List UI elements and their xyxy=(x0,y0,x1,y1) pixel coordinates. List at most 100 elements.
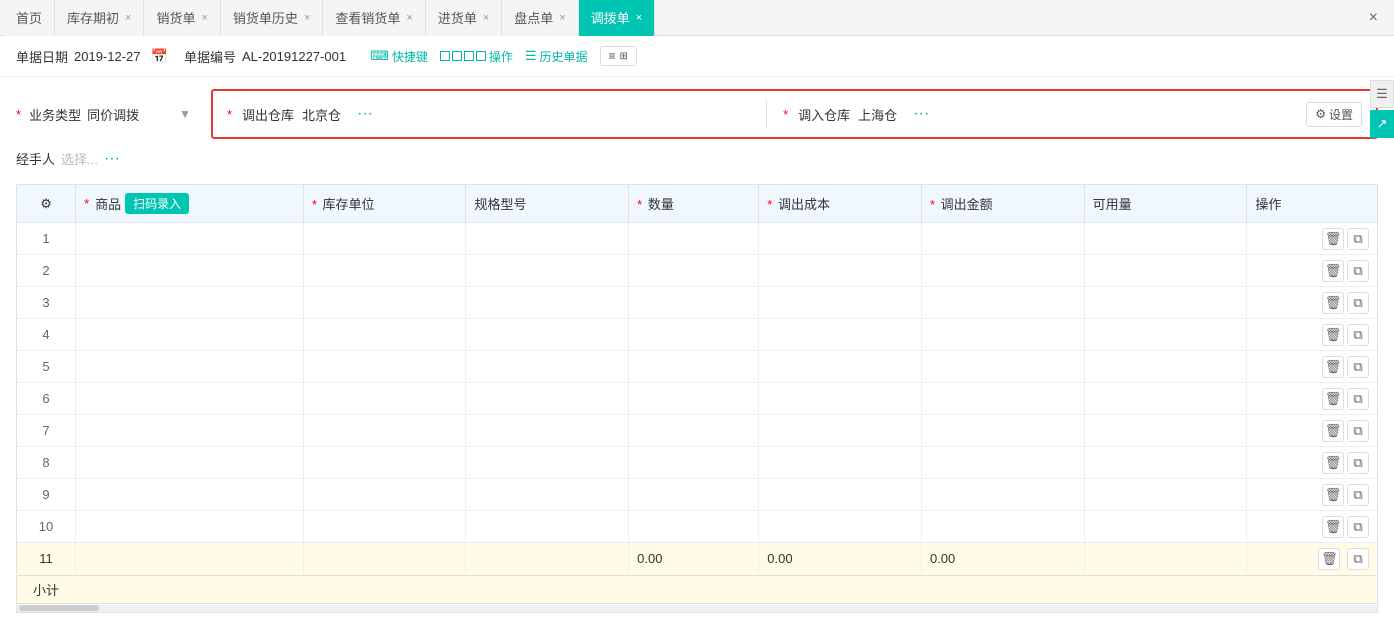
tab-stocktake-close[interactable]: × xyxy=(559,12,565,24)
cell-cost[interactable] xyxy=(759,351,922,383)
handler-input[interactable]: 选择... xyxy=(61,149,98,168)
warehouse-settings-button[interactable]: ⚙ 设置 xyxy=(1306,102,1362,127)
th-gear[interactable]: ⚙ xyxy=(17,185,76,223)
sidebar-expand-button[interactable]: ↗ xyxy=(1370,110,1394,138)
delete-row-button[interactable]: 🗑 xyxy=(1322,420,1344,442)
cell-amount[interactable] xyxy=(921,287,1084,319)
cell-unit[interactable] xyxy=(303,479,466,511)
cell-product[interactable] xyxy=(76,255,304,287)
business-value[interactable]: 同价调拨 xyxy=(87,105,167,124)
tab-sales-history-close[interactable]: × xyxy=(304,12,310,24)
cell-qty[interactable] xyxy=(629,351,759,383)
cell-cost[interactable] xyxy=(759,511,922,543)
cell-spec[interactable] xyxy=(466,479,629,511)
tab-sales-order[interactable]: 销货单 × xyxy=(144,0,220,36)
cell-qty[interactable] xyxy=(629,383,759,415)
cell-qty[interactable] xyxy=(629,447,759,479)
handler-more-button[interactable]: ··· xyxy=(104,150,120,168)
cell-spec[interactable] xyxy=(466,351,629,383)
scan-button[interactable]: 扫码录入 xyxy=(125,193,189,214)
cell-unit[interactable] xyxy=(303,415,466,447)
cell-amount[interactable] xyxy=(921,479,1084,511)
cell-qty[interactable] xyxy=(629,287,759,319)
cell-unit[interactable] xyxy=(303,287,466,319)
wh-out-more-button[interactable]: ··· xyxy=(357,105,373,123)
wh-out-value[interactable]: 北京仓 xyxy=(302,105,341,124)
copy-row-button[interactable]: ⧉ xyxy=(1347,452,1369,474)
copy-last-row-button[interactable]: ⧉ xyxy=(1347,548,1369,570)
wh-in-more-button[interactable]: ··· xyxy=(913,105,929,123)
tab-view-sales-close[interactable]: × xyxy=(406,12,412,24)
shortcuts-button[interactable]: ⌨ 快捷键 xyxy=(370,48,428,65)
cell-amount[interactable] xyxy=(921,351,1084,383)
delete-row-button[interactable]: 🗑 xyxy=(1322,260,1344,282)
cell-unit[interactable] xyxy=(303,255,466,287)
cell-amount[interactable] xyxy=(921,415,1084,447)
cell-qty[interactable] xyxy=(629,319,759,351)
cell-amount[interactable] xyxy=(921,319,1084,351)
tab-sales-history[interactable]: 销货单历史 × xyxy=(221,0,323,36)
cell-product[interactable] xyxy=(76,415,304,447)
copy-row-button[interactable]: ⧉ xyxy=(1347,484,1369,506)
history-button[interactable]: ☰ 历史单据 xyxy=(525,48,588,65)
cell-unit[interactable] xyxy=(303,511,466,543)
copy-row-button[interactable]: ⧉ xyxy=(1347,516,1369,538)
delete-row-button[interactable]: 🗑 xyxy=(1322,356,1344,378)
cell-product[interactable] xyxy=(76,447,304,479)
cell-unit[interactable] xyxy=(303,383,466,415)
tab-inventory-init[interactable]: 库存期初 × xyxy=(55,0,144,36)
operations-button[interactable]: 操作 xyxy=(440,48,513,65)
cell-qty[interactable] xyxy=(629,223,759,255)
cell-unit[interactable] xyxy=(303,447,466,479)
window-close-button[interactable]: × xyxy=(1357,9,1390,27)
wh-in-value[interactable]: 上海仓 xyxy=(858,105,897,124)
cell-spec[interactable] xyxy=(466,319,629,351)
tab-transfer[interactable]: 调拨单 × xyxy=(579,0,655,36)
tab-home[interactable]: 首页 xyxy=(4,0,55,36)
delete-row-button[interactable]: 🗑 xyxy=(1322,228,1344,250)
cell-cost[interactable] xyxy=(759,415,922,447)
business-dropdown-icon[interactable]: ▼ xyxy=(179,107,191,121)
cell-cost[interactable] xyxy=(759,223,922,255)
cell-cost[interactable] xyxy=(759,447,922,479)
cell-product[interactable] xyxy=(76,223,304,255)
cell-spec[interactable] xyxy=(466,511,629,543)
cell-product[interactable] xyxy=(76,319,304,351)
cell-product[interactable] xyxy=(76,383,304,415)
tab-transfer-close[interactable]: × xyxy=(636,12,642,24)
copy-row-button[interactable]: ⧉ xyxy=(1347,324,1369,346)
delete-last-row-button[interactable]: 🗑 xyxy=(1318,548,1340,570)
tab-view-sales[interactable]: 查看销货单 × xyxy=(323,0,425,36)
copy-row-button[interactable]: ⧉ xyxy=(1347,228,1369,250)
cell-qty[interactable] xyxy=(629,255,759,287)
cell-product[interactable] xyxy=(76,479,304,511)
tab-purchase-close[interactable]: × xyxy=(483,12,489,24)
copy-row-button[interactable]: ⧉ xyxy=(1347,388,1369,410)
delete-row-button[interactable]: 🗑 xyxy=(1322,452,1344,474)
cell-amount[interactable] xyxy=(921,447,1084,479)
cell-amount[interactable] xyxy=(921,223,1084,255)
cell-amount[interactable] xyxy=(921,383,1084,415)
cell-product[interactable] xyxy=(76,511,304,543)
cell-cost[interactable] xyxy=(759,287,922,319)
tab-purchase[interactable]: 进货单 × xyxy=(426,0,502,36)
delete-row-button[interactable]: 🗑 xyxy=(1322,388,1344,410)
cell-spec[interactable] xyxy=(466,223,629,255)
cell-spec[interactable] xyxy=(466,447,629,479)
cell-product[interactable] xyxy=(76,287,304,319)
tab-sales-order-close[interactable]: × xyxy=(201,12,207,24)
cell-unit[interactable] xyxy=(303,223,466,255)
tab-inventory-init-close[interactable]: × xyxy=(125,12,131,24)
delete-row-button[interactable]: 🗑 xyxy=(1322,324,1344,346)
cell-spec[interactable] xyxy=(466,415,629,447)
copy-row-button[interactable]: ⧉ xyxy=(1347,356,1369,378)
calendar-icon[interactable]: 📅 xyxy=(151,48,168,65)
scrollbar-thumb[interactable] xyxy=(19,605,99,611)
cell-cost[interactable] xyxy=(759,383,922,415)
tab-stocktake[interactable]: 盘点单 × xyxy=(502,0,578,36)
copy-row-button[interactable]: ⧉ xyxy=(1347,260,1369,282)
cell-unit[interactable] xyxy=(303,319,466,351)
cell-qty[interactable] xyxy=(629,415,759,447)
cell-product[interactable] xyxy=(76,351,304,383)
copy-row-button[interactable]: ⧉ xyxy=(1347,420,1369,442)
